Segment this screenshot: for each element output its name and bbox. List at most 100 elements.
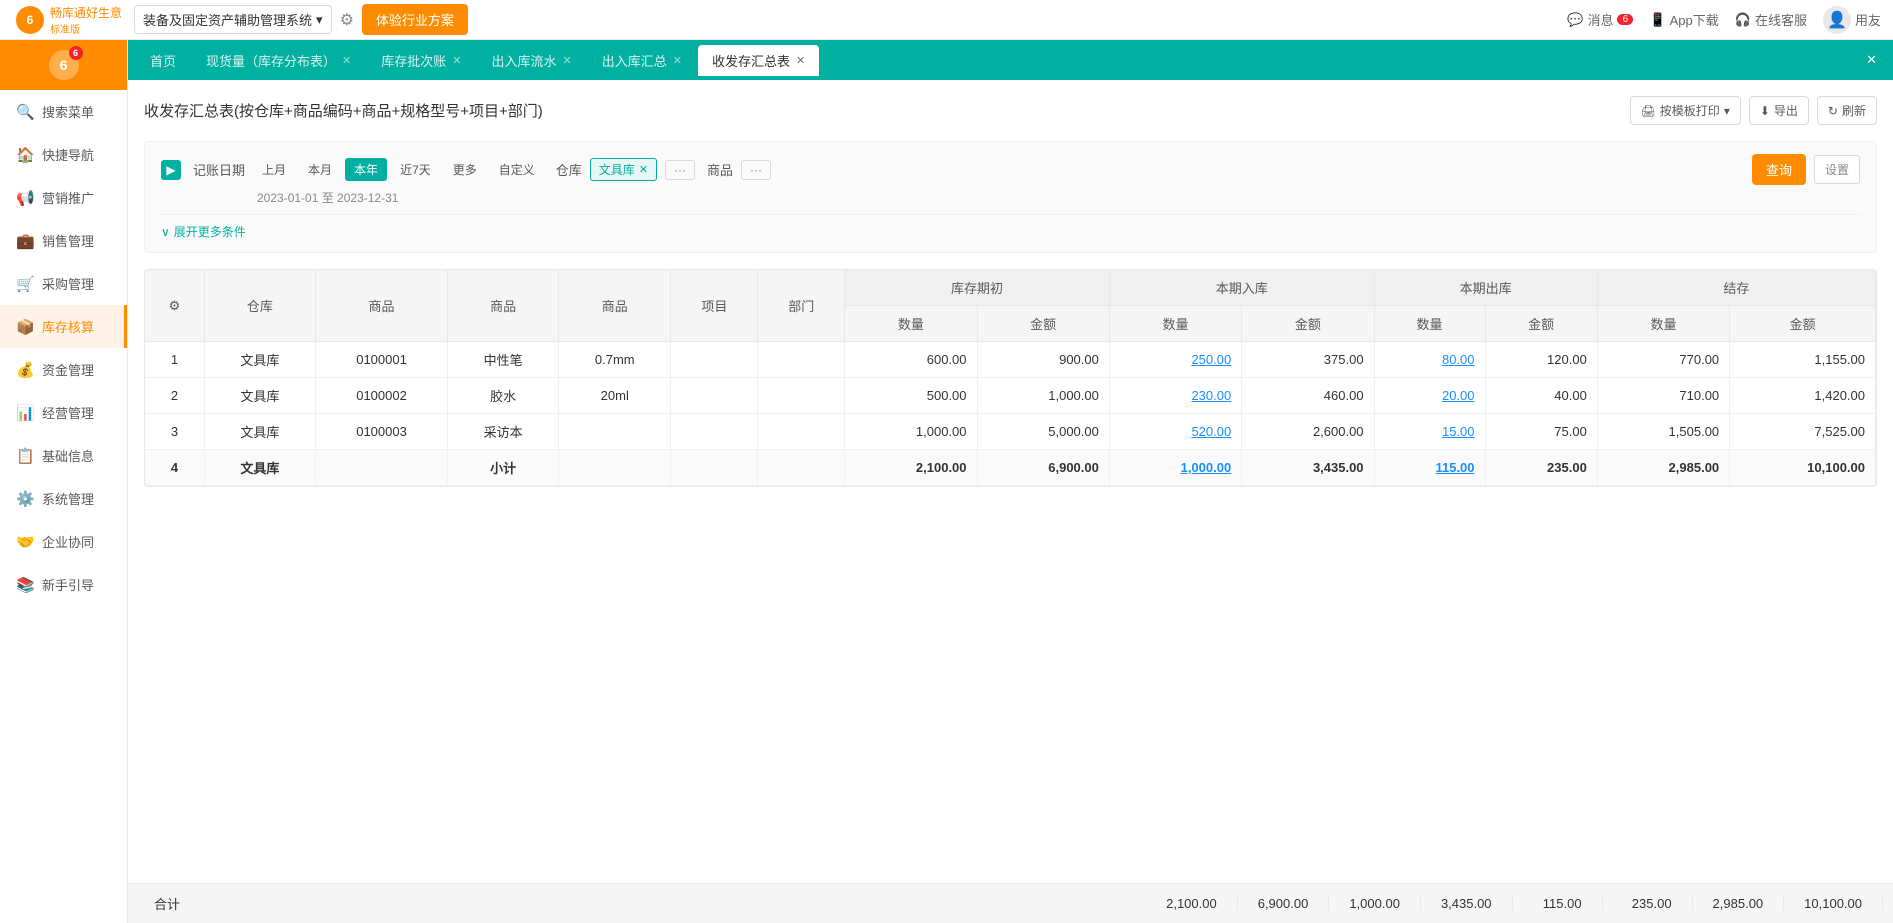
tab-summary-close[interactable]: ✕ [673,54,682,67]
tab-bar-close[interactable]: ✕ [1858,48,1885,72]
query-button[interactable]: 查询 [1752,154,1806,185]
warehouse-tag-close[interactable]: ✕ [639,163,648,176]
date-btn-this-month[interactable]: 本月 [299,158,341,181]
tab-home[interactable]: 首页 [136,45,190,76]
row-out-qty[interactable]: 115.00 [1374,450,1485,486]
date-buttons: 上月 本月 本年 近7天 更多 自定义 [253,158,544,181]
th-out-amt: 金额 [1485,306,1597,342]
row-open-qty: 1,000.00 [845,414,977,450]
row-open-qty: 2,100.00 [845,450,977,486]
sidebar-item-sales-label: 销售管理 [42,231,94,250]
sidebar-item-search[interactable]: 🔍 搜索菜单 [0,90,127,133]
row-in-qty[interactable]: 520.00 [1109,414,1241,450]
data-table-container: ⚙ 仓库 商品 商品 商品 项目 部门 库存期初 本期入库 本期出库 [144,269,1877,487]
user-avatar: 👤 [1823,6,1851,34]
row-in-amt: 2,600.00 [1242,414,1374,450]
app-download-item[interactable]: 📱 App下载 [1649,10,1718,29]
row-out-qty[interactable]: 20.00 [1374,378,1485,414]
product-more-btn[interactable]: ··· [741,160,771,180]
marketing-icon: 📢 [16,189,34,207]
row-bal-qty: 770.00 [1597,342,1729,378]
row-dept [758,450,845,486]
sidebar-item-operation[interactable]: 📊 经营管理 [0,391,127,434]
tab-flow[interactable]: 出入库流水 ✕ [477,45,585,76]
tab-batch-label: 库存批次账 [381,51,446,70]
row-in-qty[interactable]: 1,000.00 [1109,450,1241,486]
total-values: 2,100.00 6,900.00 1,000.00 3,435.00 115.… [196,896,1883,911]
table-row: 2文具库0100002胶水20ml500.001,000.00230.00460… [145,378,1876,414]
date-btn-last-month[interactable]: 上月 [253,158,295,181]
expand-conditions-btn[interactable]: ∨ 展开更多条件 [161,223,1860,240]
sidebar-item-purchase[interactable]: 🛒 采购管理 [0,262,127,305]
online-service-item[interactable]: 🎧 在线客服 [1735,10,1807,29]
print-button[interactable]: 🖨 按模板打印 ▾ [1630,96,1741,125]
row-out-qty[interactable]: 80.00 [1374,342,1485,378]
sidebar-item-finance[interactable]: 💰 资金管理 [0,348,127,391]
trial-button[interactable]: 体验行业方案 [362,4,468,35]
date-btn-custom[interactable]: 自定义 [490,158,544,181]
row-sku-code [315,450,447,486]
system-selector[interactable]: 装备及固定资产辅助管理系统 ▾ [134,5,332,34]
bottom-total-bar: 合计 2,100.00 6,900.00 1,000.00 3,435.00 1… [128,883,1893,923]
row-out-qty[interactable]: 15.00 [1374,414,1485,450]
sidebar-item-operation-label: 经营管理 [42,403,94,422]
date-btn-more[interactable]: 更多 [444,158,486,181]
tab-stock-dist[interactable]: 现货量（库存分布表） ✕ [192,45,365,76]
user-item[interactable]: 👤 用友 [1823,6,1881,34]
tab-batch-close[interactable]: ✕ [452,54,461,67]
main-area: 6 6 🔍 搜索菜单 🏠 快捷导航 📢 营销推广 💼 销售管理 🛒 [0,40,1893,923]
filter-area: ▶ 记账日期 上月 本月 本年 近7天 更多 自定义 [144,141,1877,253]
tab-summary[interactable]: 出入库汇总 ✕ [588,45,696,76]
message-item[interactable]: 💬 消息 6 [1567,10,1633,29]
tab-stock-dist-close[interactable]: ✕ [342,54,351,67]
top-bar-left: 6 畅库通好生意 标准版 装备及固定资产辅助管理系统 ▾ ⚙ 体验行业方案 [12,0,468,40]
th-bal-qty: 数量 [1597,306,1729,342]
filter-action-buttons: 查询 设置 [1752,154,1860,185]
settings-icon[interactable]: ⚙ [340,10,354,30]
sidebar-item-quick-nav[interactable]: 🏠 快捷导航 [0,133,127,176]
export-button[interactable]: ⬇ 导出 [1749,96,1809,125]
tab-flow-close[interactable]: ✕ [563,54,572,67]
sidebar-item-marketing[interactable]: 📢 营销推广 [0,176,127,219]
settings-button[interactable]: 设置 [1814,155,1860,184]
content-area: 首页 现货量（库存分布表） ✕ 库存批次账 ✕ 出入库流水 ✕ 出入库汇总 ✕ [128,40,1893,923]
tab-batch[interactable]: 库存批次账 ✕ [367,45,475,76]
date-btn-7days[interactable]: 近7天 [391,158,440,181]
date-filter-label: 记账日期 [193,160,245,179]
basic-info-icon: 📋 [16,447,34,465]
gear-icon: ⚙ [169,298,181,313]
row-in-amt: 460.00 [1242,378,1374,414]
refresh-button[interactable]: ↻ 刷新 [1817,96,1877,125]
sidebar-item-enterprise[interactable]: 🤝 企业协同 [0,520,127,563]
headset-icon: 🎧 [1735,12,1751,28]
th-outbound-group: 本期出库 [1374,270,1597,306]
row-project [671,342,758,378]
row-out-amt: 235.00 [1485,450,1597,486]
sidebar-item-sales[interactable]: 💼 销售管理 [0,219,127,262]
warehouse-tag[interactable]: 文具库 ✕ [590,158,657,181]
sidebar-item-system[interactable]: ⚙️ 系统管理 [0,477,127,520]
row-no: 2 [145,378,204,414]
tab-receipt-summary-close[interactable]: ✕ [796,54,805,67]
th-out-qty: 数量 [1374,306,1485,342]
th-settings[interactable]: ⚙ [145,270,204,342]
top-bar: 6 畅库通好生意 标准版 装备及固定资产辅助管理系统 ▾ ⚙ 体验行业方案 💬 … [0,0,1893,40]
table-row: 4文具库小计2,100.006,900.001,000.003,435.0011… [145,450,1876,486]
sidebar-item-basic-info[interactable]: 📋 基础信息 [0,434,127,477]
filter-main-row: ▶ 记账日期 上月 本月 本年 近7天 更多 自定义 [161,154,1860,185]
warehouse-more-btn[interactable]: ··· [665,160,695,180]
total-out-amt: 235.00 [1603,896,1693,911]
row-in-qty[interactable]: 230.00 [1109,378,1241,414]
filter-expand-arrow[interactable]: ▶ [161,160,181,180]
row-open-amt: 1,000.00 [977,378,1109,414]
tab-receipt-summary[interactable]: 收发存汇总表 ✕ [698,45,819,76]
sidebar-logo-icon: 6 6 [49,50,79,80]
sidebar-item-inventory[interactable]: 📦 库存核算 [0,305,127,348]
row-spec [559,450,671,486]
operation-icon: 📊 [16,404,34,422]
sales-icon: 💼 [16,232,34,250]
sidebar-item-search-label: 搜索菜单 [42,102,94,121]
row-in-qty[interactable]: 250.00 [1109,342,1241,378]
sidebar-item-guide[interactable]: 📚 新手引导 [0,563,127,606]
date-btn-this-year[interactable]: 本年 [345,158,387,181]
